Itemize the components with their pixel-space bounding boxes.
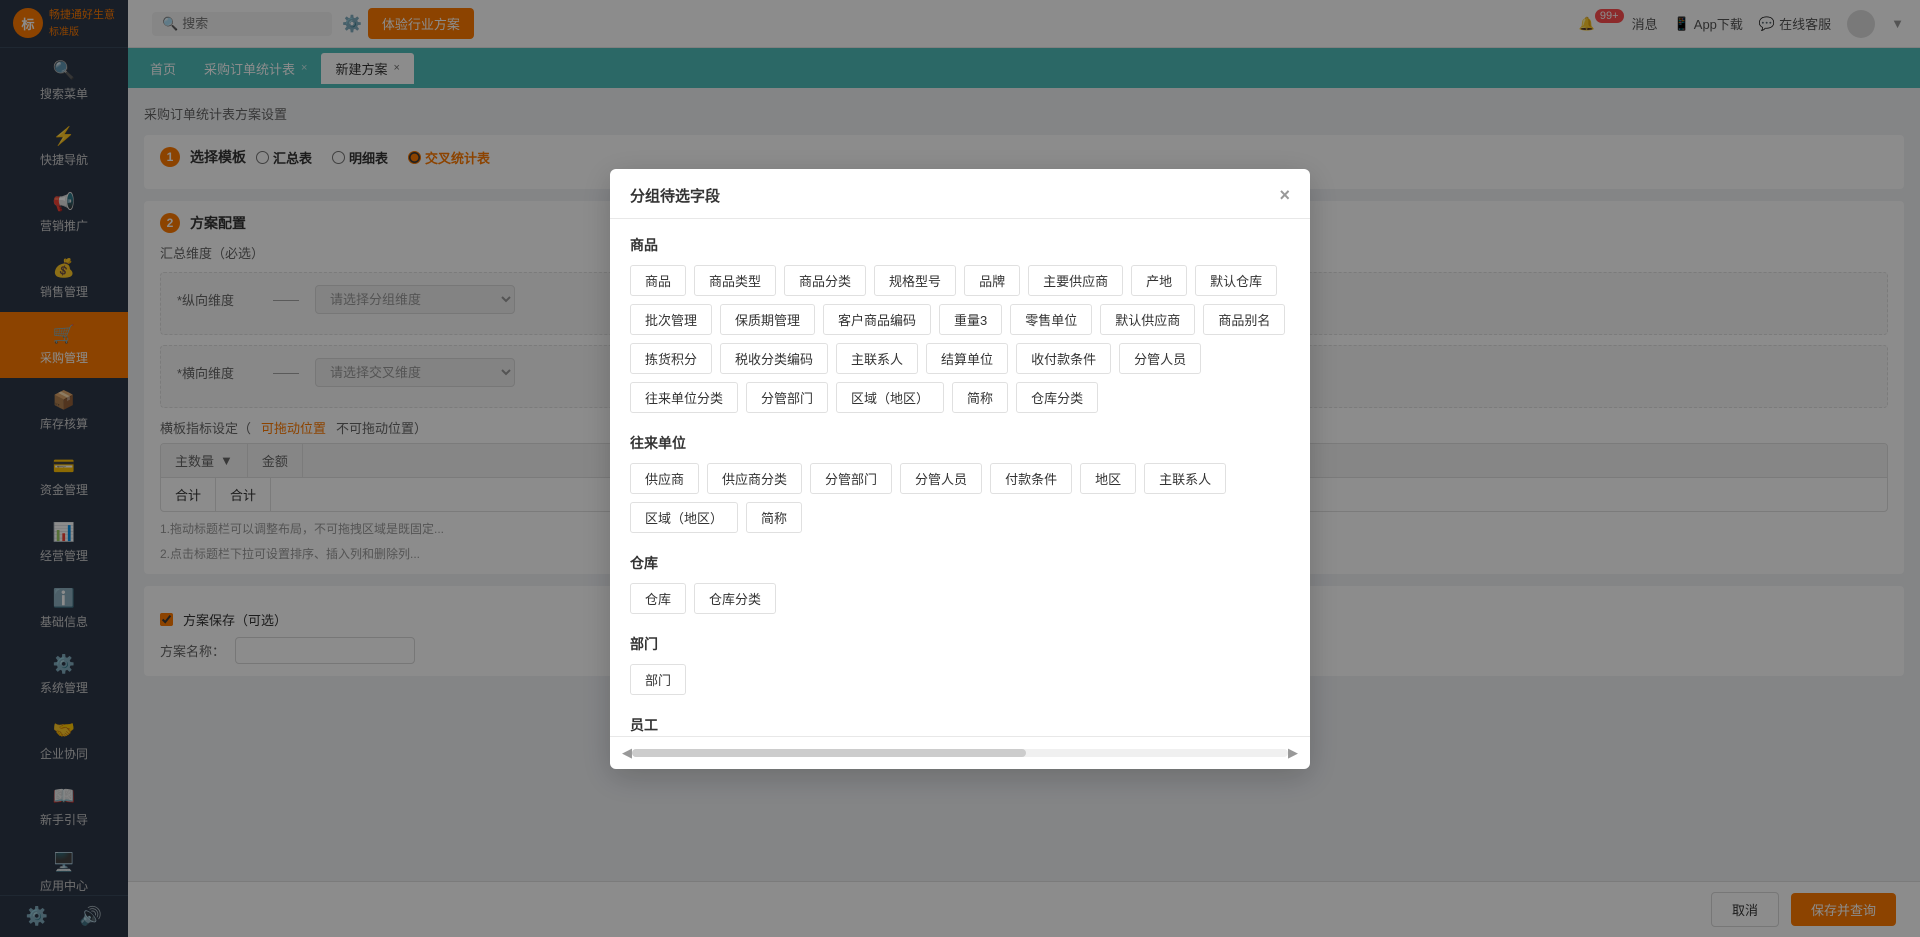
- modal-scrollbar[interactable]: [632, 749, 1288, 757]
- field-tags-warehouse: 仓库 仓库分类: [630, 583, 1290, 614]
- field-tag-product-21[interactable]: 分管人员: [1119, 343, 1201, 374]
- field-tag-product-25[interactable]: 简称: [952, 382, 1008, 413]
- field-tag-product-20[interactable]: 收付款条件: [1016, 343, 1111, 374]
- field-tag-product-16[interactable]: 拣货积分: [630, 343, 712, 374]
- field-group-dept: 部门 部门: [630, 634, 1290, 695]
- field-tag-warehouse-2[interactable]: 仓库分类: [694, 583, 776, 614]
- field-tags-dept: 部门: [630, 664, 1290, 695]
- modal-title: 分组待选字段: [630, 185, 720, 206]
- field-tag-product-9[interactable]: 批次管理: [630, 304, 712, 335]
- field-tag-product-19[interactable]: 结算单位: [926, 343, 1008, 374]
- field-tag-partner-7[interactable]: 主联系人: [1144, 463, 1226, 494]
- field-tag-partner-3[interactable]: 分管部门: [810, 463, 892, 494]
- field-tag-product-4[interactable]: 规格型号: [874, 265, 956, 296]
- scroll-right-icon[interactable]: ▶: [1288, 745, 1298, 761]
- modal-body: 商品 商品 商品类型 商品分类 规格型号 品牌 主要供应商 产地 默认仓库 批次…: [610, 219, 1310, 736]
- field-tag-product-22[interactable]: 往来单位分类: [630, 382, 738, 413]
- field-tag-warehouse-1[interactable]: 仓库: [630, 583, 686, 614]
- field-tags-partner: 供应商 供应商分类 分管部门 分管人员 付款条件 地区 主联系人 区域（地区） …: [630, 463, 1290, 533]
- field-group-partner: 往来单位 供应商 供应商分类 分管部门 分管人员 付款条件 地区 主联系人 区域…: [630, 433, 1290, 533]
- modal-scrollbar-thumb: [632, 749, 1026, 757]
- field-group-partner-title: 往来单位: [630, 433, 1290, 453]
- field-tag-product-7[interactable]: 产地: [1131, 265, 1187, 296]
- field-group-product-title: 商品: [630, 235, 1290, 255]
- modal-close-button[interactable]: ×: [1279, 185, 1290, 206]
- field-tags-product: 商品 商品类型 商品分类 规格型号 品牌 主要供应商 产地 默认仓库 批次管理 …: [630, 265, 1290, 413]
- field-tag-product-14[interactable]: 默认供应商: [1100, 304, 1195, 335]
- field-tag-product-11[interactable]: 客户商品编码: [823, 304, 931, 335]
- field-tag-partner-5[interactable]: 付款条件: [990, 463, 1072, 494]
- field-tag-partner-9[interactable]: 简称: [746, 502, 802, 533]
- field-tag-product-2[interactable]: 商品类型: [694, 265, 776, 296]
- field-tag-partner-4[interactable]: 分管人员: [900, 463, 982, 494]
- field-tag-product-10[interactable]: 保质期管理: [720, 304, 815, 335]
- field-group-dept-title: 部门: [630, 634, 1290, 654]
- field-tag-product-26[interactable]: 仓库分类: [1016, 382, 1098, 413]
- field-tag-dept-1[interactable]: 部门: [630, 664, 686, 695]
- field-group-warehouse-title: 仓库: [630, 553, 1290, 573]
- field-tag-product-3[interactable]: 商品分类: [784, 265, 866, 296]
- field-tag-product-12[interactable]: 重量3: [939, 304, 1002, 335]
- field-tag-product-8[interactable]: 默认仓库: [1195, 265, 1277, 296]
- field-group-product: 商品 商品 商品类型 商品分类 规格型号 品牌 主要供应商 产地 默认仓库 批次…: [630, 235, 1290, 413]
- field-tag-partner-6[interactable]: 地区: [1080, 463, 1136, 494]
- field-group-staff-title: 员工: [630, 715, 1290, 735]
- scroll-left-icon[interactable]: ◀: [622, 745, 632, 761]
- field-tag-product-13[interactable]: 零售单位: [1010, 304, 1092, 335]
- field-tag-product-1[interactable]: 商品: [630, 265, 686, 296]
- field-tag-product-6[interactable]: 主要供应商: [1028, 265, 1123, 296]
- field-tag-product-23[interactable]: 分管部门: [746, 382, 828, 413]
- modal-overlay[interactable]: 分组待选字段 × 商品 商品 商品类型 商品分类 规格型号 品牌 主要供应商 产…: [0, 0, 1920, 937]
- modal-footer: ◀ ▶: [610, 736, 1310, 769]
- field-tag-product-17[interactable]: 税收分类编码: [720, 343, 828, 374]
- modal-dialog: 分组待选字段 × 商品 商品 商品类型 商品分类 规格型号 品牌 主要供应商 产…: [610, 169, 1310, 769]
- field-tag-partner-2[interactable]: 供应商分类: [707, 463, 802, 494]
- field-tag-partner-8[interactable]: 区域（地区）: [630, 502, 738, 533]
- field-tag-partner-1[interactable]: 供应商: [630, 463, 699, 494]
- field-tag-product-5[interactable]: 品牌: [964, 265, 1020, 296]
- modal-header: 分组待选字段 ×: [610, 169, 1310, 219]
- field-tag-product-24[interactable]: 区域（地区）: [836, 382, 944, 413]
- field-tag-product-15[interactable]: 商品别名: [1203, 304, 1285, 335]
- field-group-warehouse: 仓库 仓库 仓库分类: [630, 553, 1290, 614]
- field-group-staff: 员工 业务员: [630, 715, 1290, 736]
- field-tag-product-18[interactable]: 主联系人: [836, 343, 918, 374]
